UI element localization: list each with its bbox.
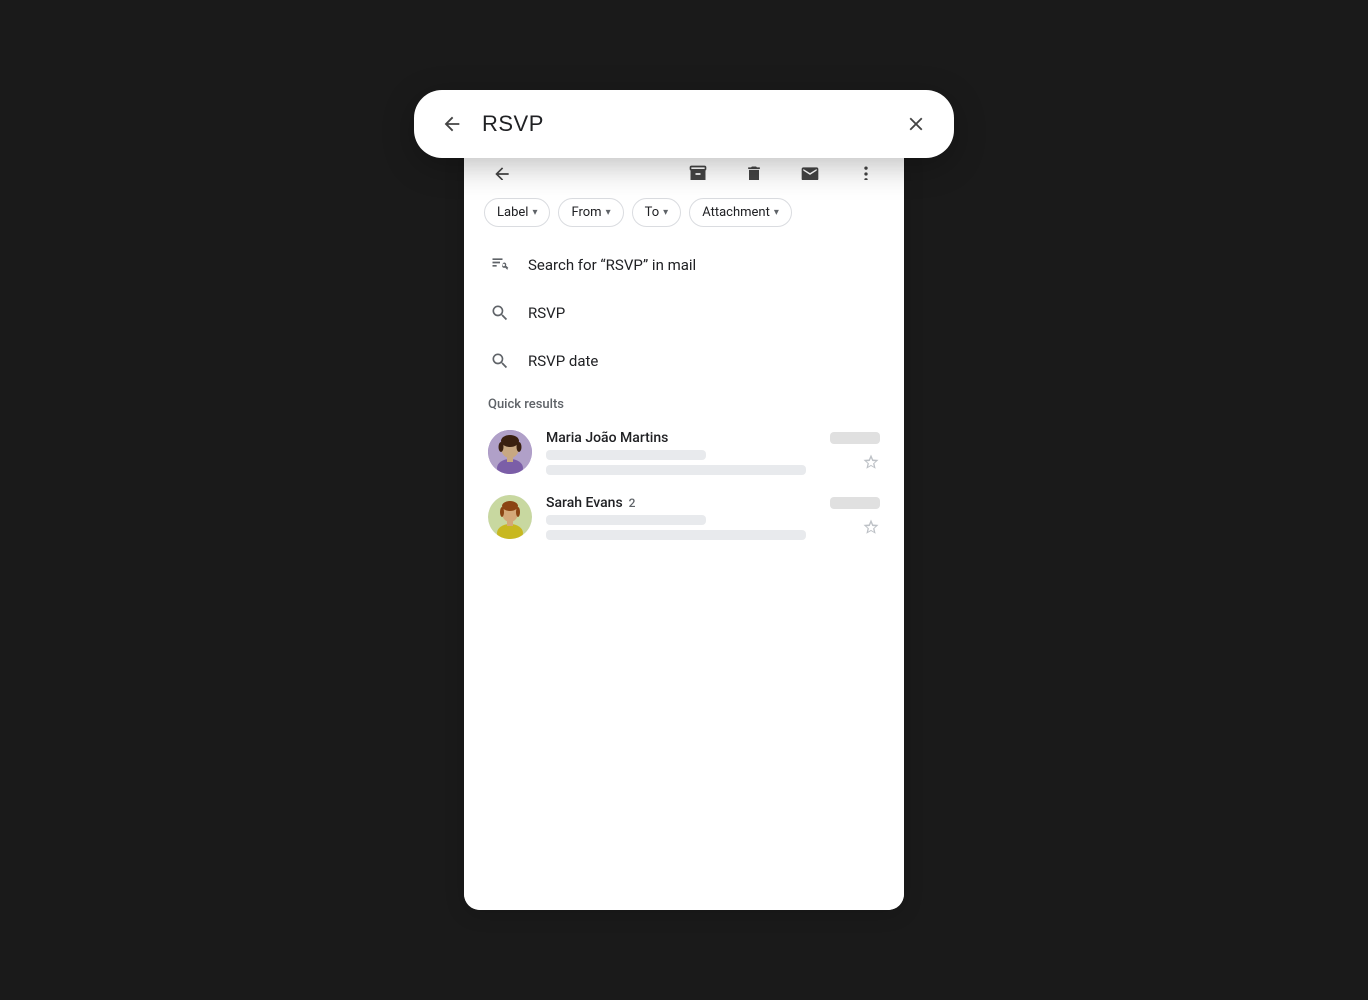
search-icon-1 (488, 301, 512, 325)
to-chip-arrow: ▾ (663, 207, 668, 218)
suggestion-search-in-mail[interactable]: Search for “RSVP” in mail (464, 241, 904, 289)
suggestion-rsvp[interactable]: RSVP (464, 289, 904, 337)
from-chip-arrow: ▾ (606, 207, 611, 218)
result-sarah-line2 (546, 530, 806, 540)
result-sarah[interactable]: Sarah Evans 2 (464, 485, 904, 550)
search-overlay (414, 90, 954, 158)
suggestion-search-in-mail-text: Search for “RSVP” in mail (528, 256, 696, 274)
to-chip[interactable]: To ▾ (632, 198, 682, 227)
from-chip-text: From (571, 205, 601, 220)
label-chip[interactable]: Label ▾ (484, 198, 550, 227)
result-maria-line1 (546, 450, 706, 460)
avatar-sarah (488, 495, 532, 539)
filter-search-icon (488, 253, 512, 277)
to-chip-text: To (645, 205, 660, 220)
search-back-button[interactable] (434, 106, 470, 142)
suggestion-rsvp-date[interactable]: RSVP date (464, 337, 904, 385)
star-maria-button[interactable] (862, 453, 880, 471)
avatar-maria (488, 430, 532, 474)
suggestion-rsvp-text: RSVP (528, 304, 565, 322)
star-sarah-button[interactable] (862, 518, 880, 536)
result-sarah-content: Sarah Evans 2 (546, 495, 880, 540)
result-sarah-line1 (546, 515, 706, 525)
label-chip-text: Label (497, 205, 528, 220)
scene: Label ▾ From ▾ To ▾ Attachment ▾ (424, 90, 944, 910)
result-maria[interactable]: Maria João Martins (464, 420, 904, 485)
result-sarah-count: 2 (629, 496, 636, 510)
attachment-chip-text: Attachment (702, 205, 770, 220)
result-maria-content: Maria João Martins (546, 430, 880, 475)
result-maria-line2 (546, 465, 806, 475)
result-maria-name: Maria João Martins (546, 430, 668, 446)
search-clear-button[interactable] (898, 106, 934, 142)
result-maria-header: Maria João Martins (546, 430, 880, 446)
label-chip-arrow: ▾ (532, 207, 537, 218)
result-maria-date (830, 432, 880, 444)
filter-chips: Label ▾ From ▾ To ▾ Attachment ▾ (464, 180, 904, 241)
attachment-chip-arrow: ▾ (774, 207, 779, 218)
result-sarah-header: Sarah Evans 2 (546, 495, 880, 511)
search-input[interactable] (482, 111, 886, 137)
search-icon-2 (488, 349, 512, 373)
result-sarah-date (830, 497, 880, 509)
suggestion-rsvp-date-text: RSVP date (528, 352, 598, 370)
result-sarah-name: Sarah Evans 2 (546, 495, 635, 511)
attachment-chip[interactable]: Attachment ▾ (689, 198, 792, 227)
quick-results-label: Quick results (464, 385, 904, 420)
suggestion-list: Search for “RSVP” in mail RSVP RSVP date (464, 241, 904, 385)
search-results-panel: Label ▾ From ▾ To ▾ Attachment ▾ (464, 180, 904, 910)
from-chip[interactable]: From ▾ (558, 198, 623, 227)
search-input-area (482, 111, 886, 137)
